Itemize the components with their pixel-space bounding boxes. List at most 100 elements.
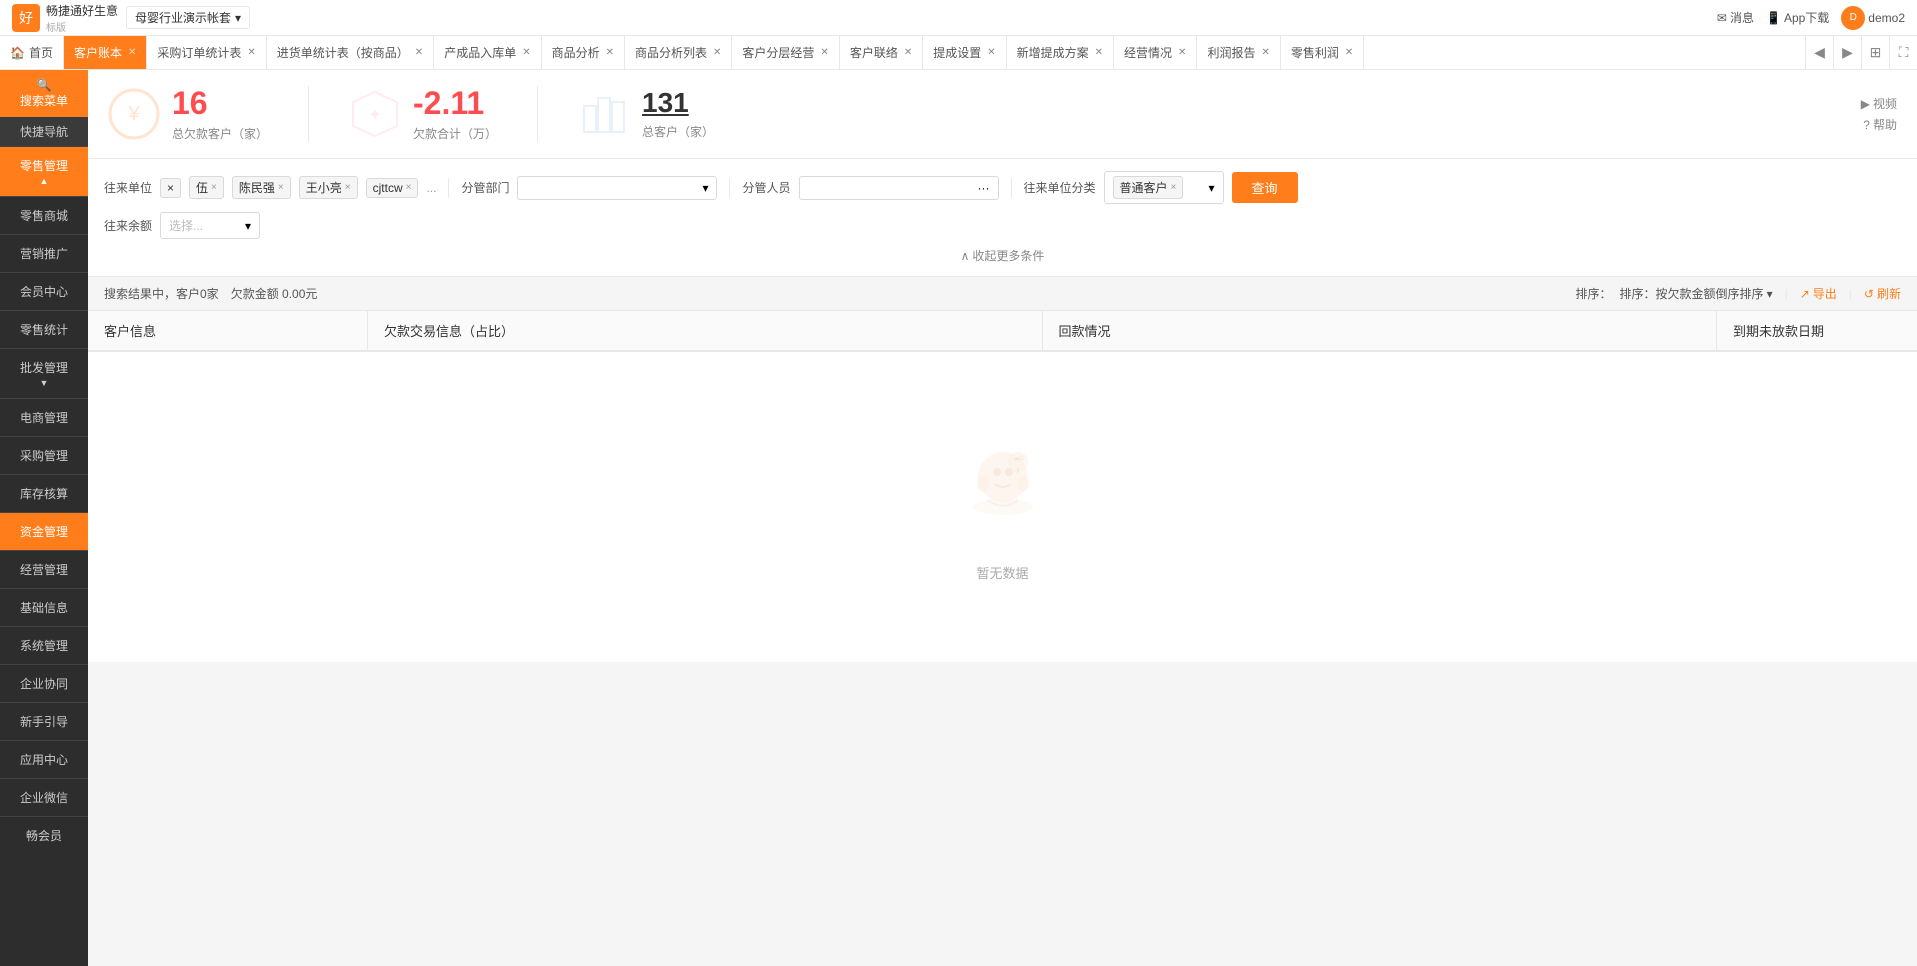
sort-select[interactable]: 排序：按欠款金额倒序排序 ▾ xyxy=(1620,285,1773,302)
sort-arrow-icon: ▾ xyxy=(1767,287,1773,301)
close-tab-product-analysis[interactable]: ✕ xyxy=(606,47,614,58)
tab-purchase-order[interactable]: 采购订单统计表 ✕ xyxy=(147,36,266,70)
sidebar-item-vip[interactable]: 畅会员 xyxy=(0,816,88,854)
sidebar-item-retail[interactable]: 零售管理 ▲ xyxy=(0,146,88,196)
close-tab-customer-contact[interactable]: ✕ xyxy=(904,47,912,58)
tab-scroll-left[interactable]: ◀ xyxy=(1805,36,1833,70)
tab-scroll-right[interactable]: ▶ xyxy=(1833,36,1861,70)
video-btn[interactable]: ▶ 视频 xyxy=(1861,95,1897,112)
close-tab-profit-report[interactable]: ✕ xyxy=(1261,47,1269,58)
debt-value: -2.11 xyxy=(413,86,497,121)
close-tab-promotion-settings[interactable]: ✕ xyxy=(987,47,995,58)
result-text: 搜索结果中，客户0家 xyxy=(104,285,219,302)
sidebar: 🔍 搜索菜单 快捷导航 零售管理 ▲ 零售商城 营销推广 会员中心 零售统计 批… xyxy=(0,70,88,966)
content-area: ¥ 16 总欠款客户（家） ✦ -2.11 欠款合计 xyxy=(88,70,1917,966)
sidebar-item-capital[interactable]: 资金管理 xyxy=(0,512,88,550)
tab-promotion-settings[interactable]: 提成设置 ✕ xyxy=(923,36,1006,70)
debt-label: 欠款合计（万） xyxy=(413,125,497,142)
sidebar-quick-nav[interactable]: 快捷导航 xyxy=(0,117,88,146)
message-btn[interactable]: ✉ 消息 xyxy=(1717,9,1754,26)
debt-icon: ✦ xyxy=(349,88,401,140)
tab-product-analysis-list[interactable]: 商品分析列表 ✕ xyxy=(625,36,732,70)
user-avatar[interactable]: D demo2 xyxy=(1841,6,1905,30)
sidebar-item-retail-stats[interactable]: 零售统计 xyxy=(0,310,88,348)
balance-arrow-icon: ▾ xyxy=(245,219,251,233)
dept-select[interactable]: ▾ xyxy=(517,176,717,200)
close-tab-incoming-stats[interactable]: ✕ xyxy=(415,47,423,58)
store-select[interactable]: 母婴行业演示帐套 ▾ xyxy=(126,6,250,29)
export-icon: ↗ xyxy=(1800,287,1810,301)
close-tab-operations[interactable]: ✕ xyxy=(1178,47,1186,58)
filter-row-2: 往来余额 选择... ▾ xyxy=(104,212,1901,239)
sidebar-item-basic-info[interactable]: 基础信息 xyxy=(0,588,88,626)
sidebar-item-member[interactable]: 会员中心 xyxy=(0,272,88,310)
tab-customer-tier[interactable]: 客户分层经营 ✕ xyxy=(732,36,839,70)
tab-production-in[interactable]: 产成品入库单 ✕ xyxy=(434,36,541,70)
close-tab-purchase-order[interactable]: ✕ xyxy=(247,47,255,58)
export-btn[interactable]: ↗ 导出 xyxy=(1800,285,1837,302)
col-overdue-date: 到期未放款日期 xyxy=(1717,311,1917,350)
collapse-button[interactable]: ∧ 收起更多条件 xyxy=(961,247,1045,264)
help-btn[interactable]: ? 帮助 xyxy=(1863,116,1897,133)
logo-icon: 好 xyxy=(12,4,40,32)
filter-tag-wang: 王小亮 × xyxy=(299,176,358,199)
col-customer-info: 客户信息 xyxy=(88,311,368,350)
remove-tag-cjttcw[interactable]: × xyxy=(406,182,412,193)
tab-expand[interactable]: ⊞ xyxy=(1861,36,1889,70)
chevron-down-icon: ▼ xyxy=(40,378,49,388)
sidebar-item-enterprise[interactable]: 企业协同 xyxy=(0,664,88,702)
tab-customer-contact[interactable]: 客户联络 ✕ xyxy=(840,36,923,70)
table-header: 客户信息 欠款交易信息（占比） 回款情况 到期未放款日期 xyxy=(88,311,1917,352)
empty-icon xyxy=(953,432,1053,551)
sidebar-item-app-center[interactable]: 应用中心 xyxy=(0,740,88,778)
tab-customer-account[interactable]: 客户账本 ✕ xyxy=(64,36,147,70)
sidebar-item-new-guide[interactable]: 新手引导 xyxy=(0,702,88,740)
app-download-btn[interactable]: 📱 App下载 xyxy=(1766,9,1829,26)
tab-retail-profit[interactable]: 零售利润 ✕ xyxy=(1281,36,1364,70)
stats-header: ¥ 16 总欠款客户（家） ✦ -2.11 欠款合计 xyxy=(88,70,1917,159)
sidebar-item-inventory[interactable]: 库存核算 xyxy=(0,474,88,512)
remove-tag-chen[interactable]: × xyxy=(278,182,284,193)
sidebar-item-retail-shop[interactable]: 零售商城 xyxy=(0,196,88,234)
sidebar-item-wholesale[interactable]: 批发管理 ▼ xyxy=(0,348,88,398)
remove-tag-wu[interactable]: × xyxy=(211,182,217,193)
unit-type-select[interactable]: 普通客户 × ▾ xyxy=(1104,171,1224,204)
close-tab-retail-profit[interactable]: ✕ xyxy=(1345,47,1353,58)
sidebar-item-wechat[interactable]: 企业微信 xyxy=(0,778,88,816)
tab-new-promotion[interactable]: 新增提成方案 ✕ xyxy=(1007,36,1114,70)
customers-icon: ¥ xyxy=(108,88,160,140)
sidebar-item-marketing[interactable]: 营销推广 xyxy=(0,234,88,272)
dept-arrow-icon: ▾ xyxy=(702,181,708,195)
remove-tag-wang[interactable]: × xyxy=(345,182,351,193)
total-value: 131 xyxy=(642,88,714,119)
sidebar-item-purchase[interactable]: 采购管理 xyxy=(0,436,88,474)
close-tab-production-in[interactable]: ✕ xyxy=(522,47,530,58)
person-select[interactable]: ··· xyxy=(799,176,999,200)
query-button[interactable]: 查询 xyxy=(1232,172,1298,203)
close-tab-customer-account[interactable]: ✕ xyxy=(128,47,136,58)
sidebar-search[interactable]: 🔍 搜索菜单 xyxy=(0,70,88,117)
avatar: D xyxy=(1841,6,1865,30)
tab-product-analysis[interactable]: 商品分析 ✕ xyxy=(542,36,625,70)
sidebar-item-ecommerce[interactable]: 电商管理 xyxy=(0,398,88,436)
person-more-icon: ··· xyxy=(978,181,990,195)
sidebar-item-operations-mgmt[interactable]: 经营管理 xyxy=(0,550,88,588)
refresh-icon: ↺ xyxy=(1864,287,1874,301)
refresh-btn[interactable]: ↺ 刷新 xyxy=(1864,285,1901,302)
close-tab-new-promotion[interactable]: ✕ xyxy=(1095,47,1103,58)
tab-profit-report[interactable]: 利润报告 ✕ xyxy=(1197,36,1280,70)
filter-tag-unit: × xyxy=(160,178,181,198)
tab-fullscreen[interactable]: ⛶ xyxy=(1889,36,1917,70)
close-tab-customer-tier[interactable]: ✕ xyxy=(820,47,828,58)
close-tab-product-analysis-list[interactable]: ✕ xyxy=(713,47,721,58)
tab-incoming-stats[interactable]: 进货单统计表（按商品） ✕ xyxy=(267,36,434,70)
remove-unit-type[interactable]: × xyxy=(1171,182,1177,193)
customers-label: 总欠款客户（家） xyxy=(172,125,268,142)
filter-more-btn[interactable]: ... xyxy=(426,181,436,195)
filter-row-1: 往来单位 × 伍 × 陈民强 × 王小亮 × cjttcw xyxy=(104,171,1901,204)
tab-home[interactable]: 🏠 首页 xyxy=(0,36,64,70)
balance-select[interactable]: 选择... ▾ xyxy=(160,212,260,239)
sidebar-item-system[interactable]: 系统管理 xyxy=(0,626,88,664)
tab-operations[interactable]: 经营情况 ✕ xyxy=(1114,36,1197,70)
filter-separator-3 xyxy=(1011,178,1012,198)
